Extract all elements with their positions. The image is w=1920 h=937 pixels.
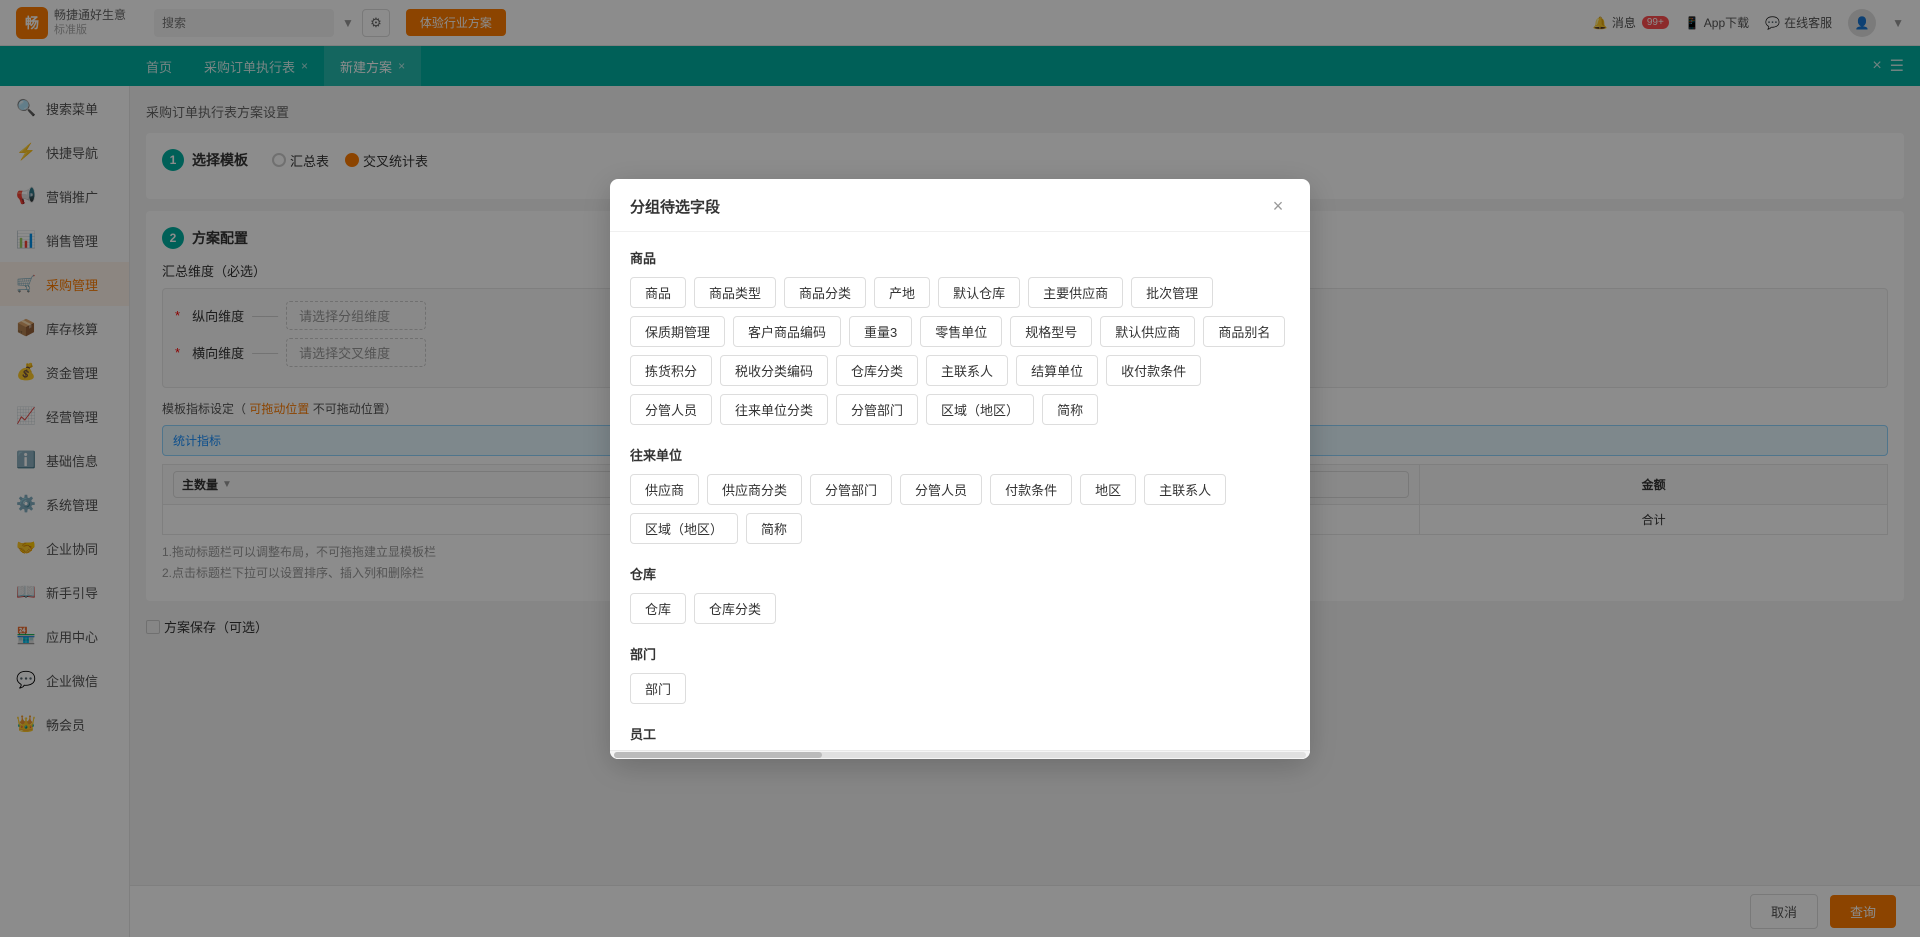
field-tag-supplier[interactable]: 供应商 <box>630 474 699 505</box>
modal-title: 分组待选字段 <box>630 196 720 217</box>
field-tag-payment-terms[interactable]: 收付款条件 <box>1106 355 1201 386</box>
field-tag-weight3[interactable]: 重量3 <box>849 316 912 347</box>
section-staff-title: 员工 <box>630 724 1290 743</box>
field-tag-goods-type[interactable]: 商品类型 <box>694 277 776 308</box>
section-staff: 员工 业务员 <box>630 724 1290 750</box>
field-tag-payment-cond[interactable]: 付款条件 <box>990 474 1072 505</box>
field-tag-region-partner[interactable]: 地区 <box>1080 474 1136 505</box>
field-tag-supervisor-partner[interactable]: 分管人员 <box>900 474 982 505</box>
field-tag-warehouse-category[interactable]: 仓库分类 <box>836 355 918 386</box>
field-tag-goods-alias[interactable]: 商品别名 <box>1203 316 1285 347</box>
modal-overlay: 分组待选字段 × 商品 商品 商品类型 商品分类 产地 默认仓库 主要供应商 批… <box>0 0 1920 937</box>
warehouse-tags: 仓库 仓库分类 <box>630 593 1290 624</box>
modal-close-button[interactable]: × <box>1266 195 1290 219</box>
field-tag-main-supplier[interactable]: 主要供应商 <box>1028 277 1123 308</box>
modal-dialog: 分组待选字段 × 商品 商品 商品类型 商品分类 产地 默认仓库 主要供应商 批… <box>610 179 1310 759</box>
section-goods-title: 商品 <box>630 248 1290 267</box>
field-tag-settle-unit[interactable]: 结算单位 <box>1016 355 1098 386</box>
partner-tags: 供应商 供应商分类 分管部门 分管人员 付款条件 地区 主联系人 区域（地区） … <box>630 474 1290 544</box>
field-tag-spec-model[interactable]: 规格型号 <box>1010 316 1092 347</box>
section-department: 部门 部门 <box>630 644 1290 704</box>
field-tag-customer-code[interactable]: 客户商品编码 <box>733 316 841 347</box>
field-tag-short-name-partner[interactable]: 简称 <box>746 513 802 544</box>
modal-footer-scrollbar[interactable] <box>610 750 1310 759</box>
field-tag-region-goods[interactable]: 区域（地区） <box>926 394 1034 425</box>
section-department-title: 部门 <box>630 644 1290 663</box>
goods-tags: 商品 商品类型 商品分类 产地 默认仓库 主要供应商 批次管理 保质期管理 客户… <box>630 277 1290 425</box>
field-tag-tax-code[interactable]: 税收分类编码 <box>720 355 828 386</box>
field-tag-dept-partner[interactable]: 分管部门 <box>810 474 892 505</box>
section-warehouse-title: 仓库 <box>630 564 1290 583</box>
field-tag-partner-category[interactable]: 往来单位分类 <box>720 394 828 425</box>
field-tag-dept-responsible[interactable]: 分管部门 <box>836 394 918 425</box>
section-partner-title: 往来单位 <box>630 445 1290 464</box>
field-tag-supervisor[interactable]: 分管人员 <box>630 394 712 425</box>
field-tag-region2-partner[interactable]: 区域（地区） <box>630 513 738 544</box>
field-tag-department[interactable]: 部门 <box>630 673 686 704</box>
field-tag-main-contact-partner[interactable]: 主联系人 <box>1144 474 1226 505</box>
scroll-thumb <box>614 752 822 758</box>
field-tag-main-contact[interactable]: 主联系人 <box>926 355 1008 386</box>
field-tag-goods[interactable]: 商品 <box>630 277 686 308</box>
field-tag-short-name-goods[interactable]: 简称 <box>1042 394 1098 425</box>
section-warehouse: 仓库 仓库 仓库分类 <box>630 564 1290 624</box>
field-tag-batch-mgmt[interactable]: 批次管理 <box>1131 277 1213 308</box>
modal-body: 商品 商品 商品类型 商品分类 产地 默认仓库 主要供应商 批次管理 保质期管理… <box>610 232 1310 750</box>
section-goods: 商品 商品 商品类型 商品分类 产地 默认仓库 主要供应商 批次管理 保质期管理… <box>630 248 1290 425</box>
field-tag-default-warehouse[interactable]: 默认仓库 <box>938 277 1020 308</box>
field-tag-default-supplier[interactable]: 默认供应商 <box>1100 316 1195 347</box>
field-tag-goods-category[interactable]: 商品分类 <box>784 277 866 308</box>
field-tag-warehouse-cat[interactable]: 仓库分类 <box>694 593 776 624</box>
field-tag-supplier-category[interactable]: 供应商分类 <box>707 474 802 505</box>
field-tag-origin[interactable]: 产地 <box>874 277 930 308</box>
department-tags: 部门 <box>630 673 1290 704</box>
section-partner: 往来单位 供应商 供应商分类 分管部门 分管人员 付款条件 地区 主联系人 区域… <box>630 445 1290 544</box>
field-tag-pick-points[interactable]: 拣货积分 <box>630 355 712 386</box>
field-tag-shelf-life[interactable]: 保质期管理 <box>630 316 725 347</box>
field-tag-retail-unit[interactable]: 零售单位 <box>920 316 1002 347</box>
field-tag-warehouse[interactable]: 仓库 <box>630 593 686 624</box>
modal-header: 分组待选字段 × <box>610 179 1310 232</box>
scroll-track <box>614 752 1306 758</box>
